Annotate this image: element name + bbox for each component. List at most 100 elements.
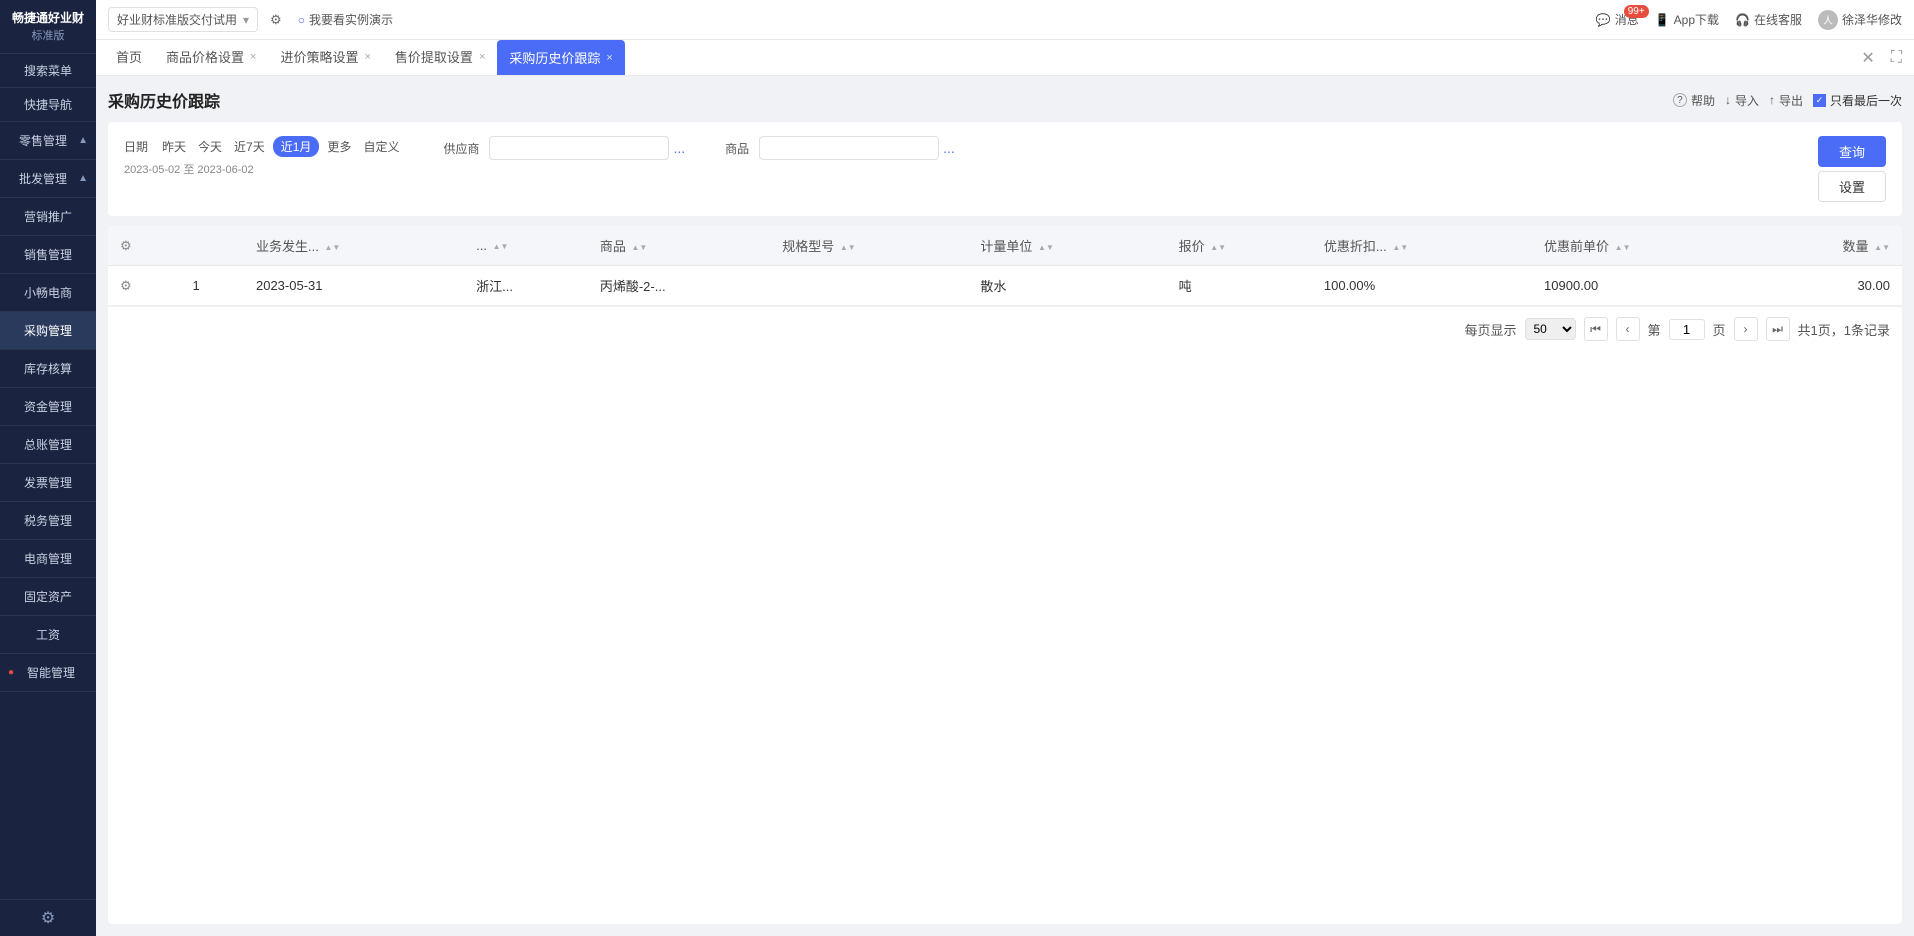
sidebar-item-ecommerce-small[interactable]: 小畅电商 <box>0 274 96 312</box>
user-menu[interactable]: 人 徐泽华修改 <box>1818 10 1902 30</box>
version-selector[interactable]: 好业财标准版交付试用 ▾ <box>108 7 258 32</box>
sidebar-item-retail[interactable]: 零售管理 ▲ <box>0 122 96 160</box>
col-unit[interactable]: 计量单位 ▲▼ <box>968 226 1166 266</box>
last-page-button[interactable]: ⏭ <box>1766 317 1790 341</box>
app-icon: 📱 <box>1655 13 1670 27</box>
sidebar-item-label: 工资 <box>8 626 88 643</box>
online-service-label: 在线客服 <box>1754 11 1802 28</box>
sidebar-item-ai[interactable]: ● 智能管理 <box>0 654 96 692</box>
row-goods: 丙烯酸-2-... <box>588 266 770 306</box>
page-number-input[interactable] <box>1669 319 1705 340</box>
sidebar-item-payroll[interactable]: 工资 <box>0 616 96 654</box>
filter-row: 日期 昨天 今天 近7天 近1月 更多 自定义 2023-05-02 至 202… <box>124 136 1886 202</box>
sidebar-item-sales[interactable]: 销售管理 <box>0 236 96 274</box>
sidebar-item-ledger[interactable]: 总账管理 <box>0 426 96 464</box>
supplier-filter-group: 供应商 ... <box>443 136 685 160</box>
import-button[interactable]: ↓ 导入 <box>1725 92 1759 109</box>
date-yesterday[interactable]: 昨天 <box>158 136 190 157</box>
close-icon[interactable]: × <box>250 51 256 63</box>
sidebar-item-purchase[interactable]: 采购管理 <box>0 312 96 350</box>
close-icon[interactable]: × <box>364 51 370 63</box>
tab-label: 进价策略设置 <box>280 47 358 66</box>
app-download-button[interactable]: 📱 App下载 <box>1655 11 1719 28</box>
supplier-input[interactable] <box>489 136 669 160</box>
only-last-checkbox[interactable]: ✓ 只看最后一次 <box>1813 92 1902 109</box>
filter-settings-button[interactable]: 设置 <box>1818 171 1886 202</box>
sidebar-item-inventory[interactable]: 库存核算 <box>0 350 96 388</box>
sort-icon: ▲▼ <box>324 243 340 252</box>
sidebar-item-ecommerce[interactable]: 电商管理 <box>0 540 96 578</box>
export-button[interactable]: ↑ 导出 <box>1769 92 1803 109</box>
checkbox-icon: ✓ <box>1813 94 1826 107</box>
messages-badge: 99+ <box>1624 5 1649 18</box>
col-goods[interactable]: 商品 ▲▼ <box>588 226 770 266</box>
demo-icon: ○ <box>298 13 305 27</box>
sidebar-item-label: 批发管理 <box>8 170 78 187</box>
page-label: 第 <box>1648 320 1661 339</box>
goods-dots-button[interactable]: ... <box>943 140 955 156</box>
col-pre-discount-price[interactable]: 优惠前单价 ▲▼ <box>1532 226 1757 266</box>
export-icon: ↑ <box>1769 93 1775 107</box>
date-1month[interactable]: 近1月 <box>273 136 320 157</box>
sidebar-item-invoice[interactable]: 发票管理 <box>0 464 96 502</box>
sidebar-item-tax[interactable]: 税务管理 <box>0 502 96 540</box>
topbar-right: 💬 消息 99+ 📱 App下载 🎧 在线客服 人 徐泽华修改 <box>1596 10 1902 30</box>
col-date[interactable]: 业务发生... ▲▼ <box>244 226 464 266</box>
next-page-button[interactable]: › <box>1734 317 1758 341</box>
query-button[interactable]: 查询 <box>1818 136 1886 167</box>
tab-sale-price-extract[interactable]: 售价提取设置 × <box>383 39 497 76</box>
filter-actions: 查询 设置 <box>1818 136 1886 202</box>
tab-purchase-history-price[interactable]: 采购历史价跟踪 × <box>497 40 624 75</box>
sort-icon: ▲▼ <box>1615 243 1631 252</box>
gear-icon[interactable]: ⚙ <box>120 238 132 253</box>
row-gear[interactable]: ⚙ <box>108 266 180 306</box>
sidebar-settings[interactable]: ⚙ <box>0 899 96 936</box>
date-custom[interactable]: 自定义 <box>359 136 403 157</box>
supplier-dots-button[interactable]: ... <box>673 140 685 156</box>
user-avatar-icon: 人 <box>1818 10 1838 30</box>
sidebar-item-label: 税务管理 <box>8 512 88 529</box>
online-service-button[interactable]: 🎧 在线客服 <box>1735 11 1802 28</box>
search-menu-label: 搜索菜单 <box>24 64 72 78</box>
tab-label: 采购历史价跟踪 <box>509 48 600 67</box>
tab-home[interactable]: 首页 <box>104 39 154 76</box>
help-label: 帮助 <box>1691 92 1715 109</box>
col-qty[interactable]: 数量 ▲▼ <box>1757 226 1902 266</box>
col-quote[interactable]: 报价 ▲▼ <box>1167 226 1312 266</box>
sidebar-search[interactable]: 搜索菜单 <box>0 54 96 88</box>
chevron-icon: ▲ <box>78 135 88 146</box>
demo-button[interactable]: ○ 我要看实例演示 <box>298 11 393 28</box>
message-icon: 💬 <box>1596 13 1611 27</box>
sidebar-item-finance[interactable]: 资金管理 <box>0 388 96 426</box>
date-7days[interactable]: 近7天 <box>230 136 269 157</box>
sidebar-item-label: 总账管理 <box>8 436 88 453</box>
table-header-row: ⚙ 业务发生... ▲▼ ... ▲▼ 商品 ▲▼ <box>108 226 1902 266</box>
topbar-settings-button[interactable]: ⚙ <box>266 8 286 32</box>
goods-input[interactable] <box>759 136 939 160</box>
help-button[interactable]: ? 帮助 <box>1673 92 1715 109</box>
close-icon[interactable]: × <box>479 51 485 63</box>
sidebar-item-marketing[interactable]: 营销推广 <box>0 198 96 236</box>
tab-goods-price[interactable]: 商品价格设置 × <box>154 39 268 76</box>
sidebar-item-fixed-assets[interactable]: 固定资产 <box>0 578 96 616</box>
messages-button[interactable]: 💬 消息 99+ <box>1596 11 1639 28</box>
sidebar-item-wholesale[interactable]: 批发管理 ▲ <box>0 160 96 198</box>
first-page-button[interactable]: ⏮ <box>1584 317 1608 341</box>
close-icon[interactable]: × <box>606 52 612 64</box>
close-tab-button[interactable]: ✕ <box>1857 48 1878 68</box>
sidebar-quicknav[interactable]: 快捷导航 <box>0 88 96 122</box>
tabs-bar: 首页 商品价格设置 × 进价策略设置 × 售价提取设置 × 采购历史价跟踪 × … <box>96 40 1914 76</box>
col-extra[interactable]: ... ▲▼ <box>464 226 588 266</box>
expand-button[interactable]: ⛶ <box>1887 49 1906 67</box>
gear-icon: ⚙ <box>41 910 55 927</box>
import-icon: ↓ <box>1725 93 1731 107</box>
col-spec[interactable]: 规格型号 ▲▼ <box>770 226 968 266</box>
tab-purchase-price-strategy[interactable]: 进价策略设置 × <box>268 39 382 76</box>
col-discount[interactable]: 优惠折扣... ▲▼ <box>1312 226 1532 266</box>
sidebar: 畅捷通好业财 标准版 搜索菜单 快捷导航 零售管理 ▲ 批发管理 ▲ 营销推广 … <box>0 0 96 936</box>
date-today[interactable]: 今天 <box>194 136 226 157</box>
per-page-select[interactable]: 20 50 100 <box>1525 318 1576 340</box>
prev-page-button[interactable]: ‹ <box>1616 317 1640 341</box>
sidebar-item-label: 固定资产 <box>8 588 88 605</box>
date-more[interactable]: 更多 <box>323 136 355 157</box>
